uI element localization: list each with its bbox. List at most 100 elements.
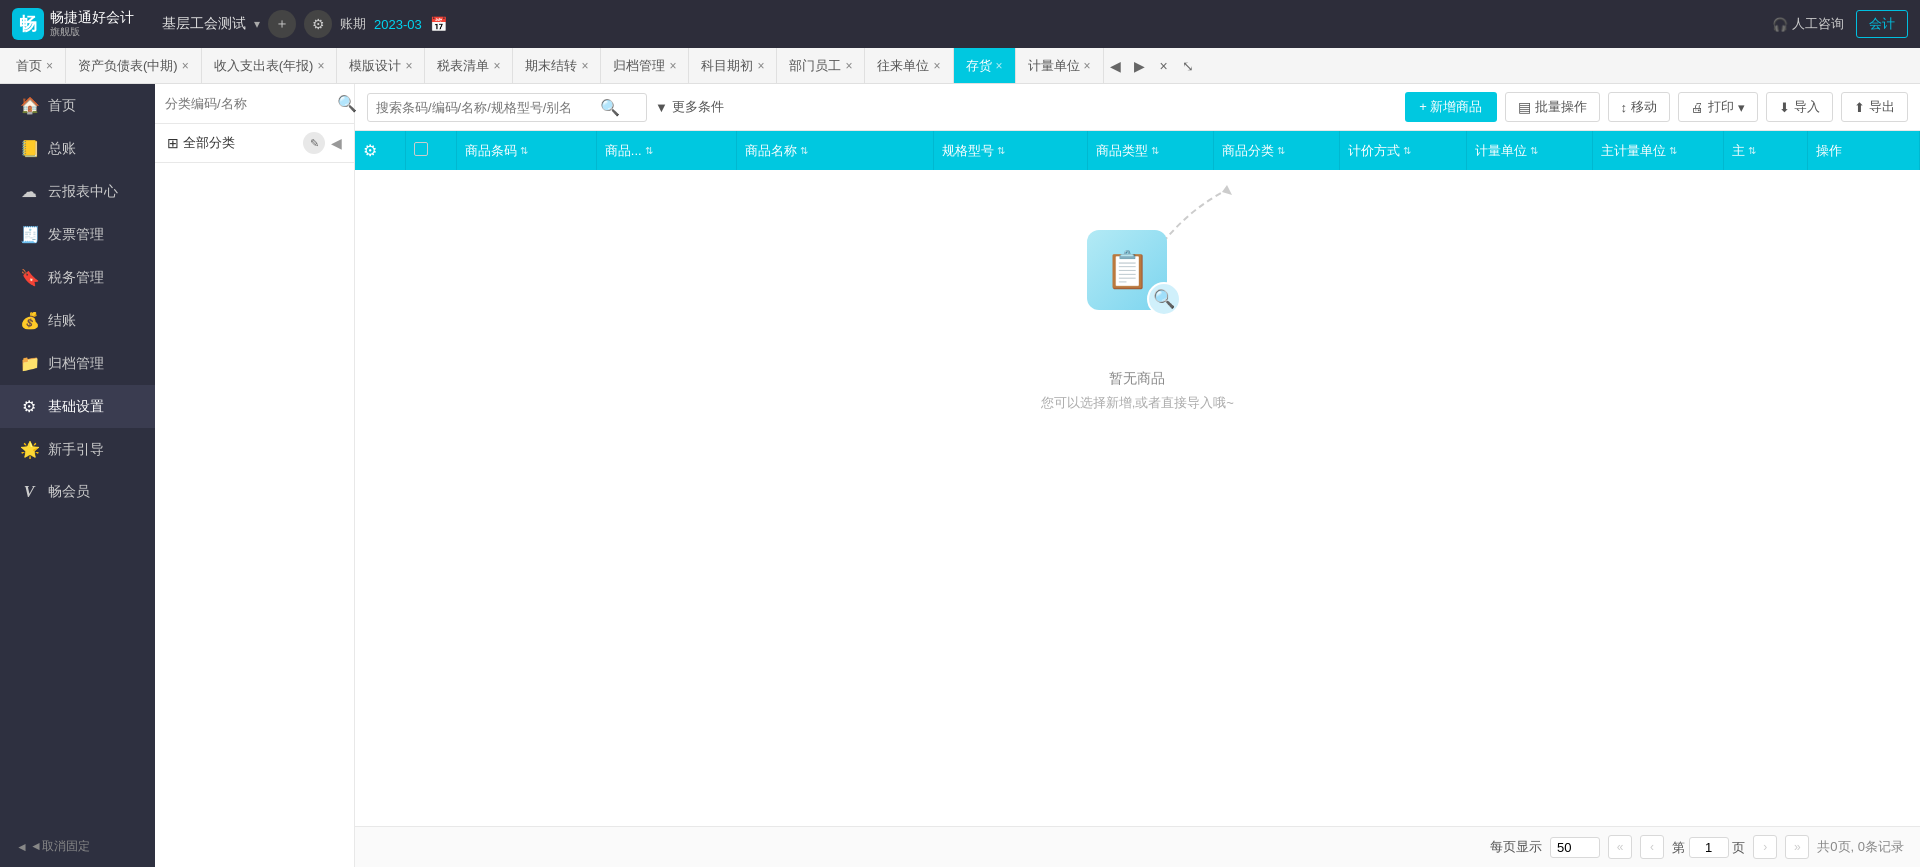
tab-contacts[interactable]: 往来单位 ×: [865, 48, 953, 84]
batch-operation-button[interactable]: ▤ 批量操作: [1505, 92, 1600, 122]
sidebar-item-archive[interactable]: 📁 归档管理: [0, 342, 155, 385]
category-search-input[interactable]: [165, 96, 333, 111]
sidebar-item-tax[interactable]: 🔖 税务管理: [0, 256, 155, 299]
sidebar-item-vip[interactable]: V 畅会员: [0, 471, 155, 513]
th-main-unit-label: 主计量单位: [1601, 142, 1666, 160]
first-page-btn[interactable]: «: [1608, 835, 1632, 859]
document-icon: 📋 🔍: [1087, 230, 1167, 310]
tab-label: 存货: [966, 57, 992, 75]
tab-expand-icon[interactable]: ⤡: [1176, 54, 1200, 78]
all-category-label[interactable]: ⊞ 全部分类: [167, 134, 235, 152]
tab-close-icon[interactable]: ×: [996, 59, 1003, 73]
tab-close-icon[interactable]: ×: [46, 59, 53, 73]
last-page-btn[interactable]: »: [1785, 835, 1809, 859]
next-page-btn[interactable]: ›: [1753, 835, 1777, 859]
th-settings[interactable]: ⚙: [355, 131, 406, 170]
tax-icon: 🔖: [20, 268, 38, 287]
tab-close-icon[interactable]: ×: [1084, 59, 1091, 73]
tab-period-transfer[interactable]: 期末结转 ×: [513, 48, 601, 84]
tab-close-icon[interactable]: ×: [845, 59, 852, 73]
tab-label: 部门员工: [789, 57, 841, 75]
account-button[interactable]: 会计: [1856, 10, 1908, 38]
tab-close-icon[interactable]: ×: [669, 59, 676, 73]
gear-icon[interactable]: ⚙: [363, 142, 377, 159]
main-search-input[interactable]: [376, 100, 596, 115]
table-header-row: ⚙ 商品条码 ⇅: [355, 131, 1920, 170]
category-panel: 🔍 ⊞ 全部分类 ✎ ◀: [155, 84, 355, 867]
sidebar-item-invoice[interactable]: 🧾 发票管理: [0, 213, 155, 256]
main-search-icon[interactable]: 🔍: [600, 98, 620, 117]
sidebar-item-basic-settings[interactable]: ⚙ 基础设置: [0, 385, 155, 428]
print-button[interactable]: 🖨 打印 ▾: [1678, 92, 1758, 122]
tab-close-icon[interactable]: ×: [933, 59, 940, 73]
tab-label: 往来单位: [877, 57, 929, 75]
category-search-icon[interactable]: 🔍: [337, 94, 357, 113]
add-tab-icon[interactable]: ＋: [268, 10, 296, 38]
logo-area: 畅 畅捷通好会计 旗舰版: [12, 8, 152, 40]
th-num[interactable]: 主 ⇅: [1723, 131, 1807, 170]
tab-inventory[interactable]: 存货 ×: [954, 48, 1016, 84]
tab-prev-icon[interactable]: ◀: [1104, 54, 1128, 78]
th-price-method[interactable]: 计价方式 ⇅: [1340, 131, 1466, 170]
import-button[interactable]: ⬇ 导入: [1766, 92, 1833, 122]
th-main-unit[interactable]: 主计量单位 ⇅: [1593, 131, 1723, 170]
service-button[interactable]: 🎧 人工咨询: [1772, 15, 1844, 33]
category-collapse-btn[interactable]: ◀: [331, 135, 342, 151]
th-check[interactable]: [406, 131, 457, 170]
tab-income-annual[interactable]: 收入支出表(年报) ×: [202, 48, 338, 84]
tab-close-icon[interactable]: ×: [493, 59, 500, 73]
toolbar-right: + 新增商品 ▤ 批量操作 ↕ 移动 🖨 打印 ▾: [1405, 92, 1908, 122]
tab-close-icon[interactable]: ×: [317, 59, 324, 73]
archive-icon: 📁: [20, 354, 38, 373]
sidebar-collapse-btn[interactable]: ◄ ◄取消固定: [0, 826, 155, 867]
header-checkbox[interactable]: [414, 142, 428, 156]
tab-close-icon[interactable]: ×: [757, 59, 764, 73]
period-value[interactable]: 2023-03: [374, 17, 422, 32]
sidebar-item-closing[interactable]: 💰 结账: [0, 299, 155, 342]
batch-label: 批量操作: [1535, 98, 1587, 116]
export-button[interactable]: ⬆ 导出: [1841, 92, 1908, 122]
th-category[interactable]: 商品分类 ⇅: [1214, 131, 1340, 170]
closing-icon: 💰: [20, 311, 38, 330]
th-type[interactable]: 商品类型 ⇅: [1087, 131, 1213, 170]
sidebar-item-guide[interactable]: 🌟 新手引导: [0, 428, 155, 471]
th-action: 操作: [1807, 131, 1919, 170]
category-edit-btn[interactable]: ✎: [303, 132, 325, 154]
tab-close-all-icon[interactable]: ×: [1152, 54, 1176, 78]
page-size-select[interactable]: 50 20 100: [1550, 837, 1600, 858]
tab-balance-mid[interactable]: 资产负债表(中期) ×: [66, 48, 202, 84]
more-filter-btn[interactable]: ▼ 更多条件: [655, 98, 724, 116]
settings-icon[interactable]: ⚙: [304, 10, 332, 38]
th-code[interactable]: 商品... ⇅: [596, 131, 736, 170]
sidebar-item-cloud-report[interactable]: ☁ 云报表中心: [0, 170, 155, 213]
tab-close-icon[interactable]: ×: [405, 59, 412, 73]
th-barcode-label: 商品条码: [465, 142, 517, 160]
tab-tax-list[interactable]: 税表清单 ×: [425, 48, 513, 84]
tab-archive[interactable]: 归档管理 ×: [601, 48, 689, 84]
tab-subject-init[interactable]: 科目期初 ×: [689, 48, 777, 84]
sidebar-item-ledger[interactable]: 📒 总账: [0, 127, 155, 170]
move-button[interactable]: ↕ 移动: [1608, 92, 1671, 122]
th-barcode[interactable]: 商品条码 ⇅: [456, 131, 596, 170]
sidebar-item-homepage[interactable]: 🏠 首页: [0, 84, 155, 127]
prev-page-btn[interactable]: ‹: [1640, 835, 1664, 859]
add-product-button[interactable]: + 新增商品: [1405, 92, 1496, 122]
tab-homepage[interactable]: 首页 ×: [4, 48, 66, 84]
tab-close-icon[interactable]: ×: [182, 59, 189, 73]
sidebar-item-label: 新手引导: [48, 441, 104, 459]
tab-template[interactable]: 模版设计 ×: [337, 48, 425, 84]
tab-next-icon[interactable]: ▶: [1128, 54, 1152, 78]
workspace-dropdown-icon[interactable]: ▾: [254, 17, 260, 31]
sidebar-item-label: 总账: [48, 140, 76, 158]
tab-label: 计量单位: [1028, 57, 1080, 75]
th-name[interactable]: 商品名称 ⇅: [737, 131, 933, 170]
page-number-input[interactable]: [1689, 837, 1729, 858]
tab-department[interactable]: 部门员工 ×: [777, 48, 865, 84]
period-label: 账期: [340, 15, 366, 33]
calendar-icon[interactable]: 📅: [430, 16, 447, 32]
th-spec[interactable]: 规格型号 ⇅: [933, 131, 1087, 170]
sidebar-item-label: 结账: [48, 312, 76, 330]
tab-unit[interactable]: 计量单位 ×: [1016, 48, 1104, 84]
tab-close-icon[interactable]: ×: [581, 59, 588, 73]
th-unit[interactable]: 计量单位 ⇅: [1466, 131, 1592, 170]
